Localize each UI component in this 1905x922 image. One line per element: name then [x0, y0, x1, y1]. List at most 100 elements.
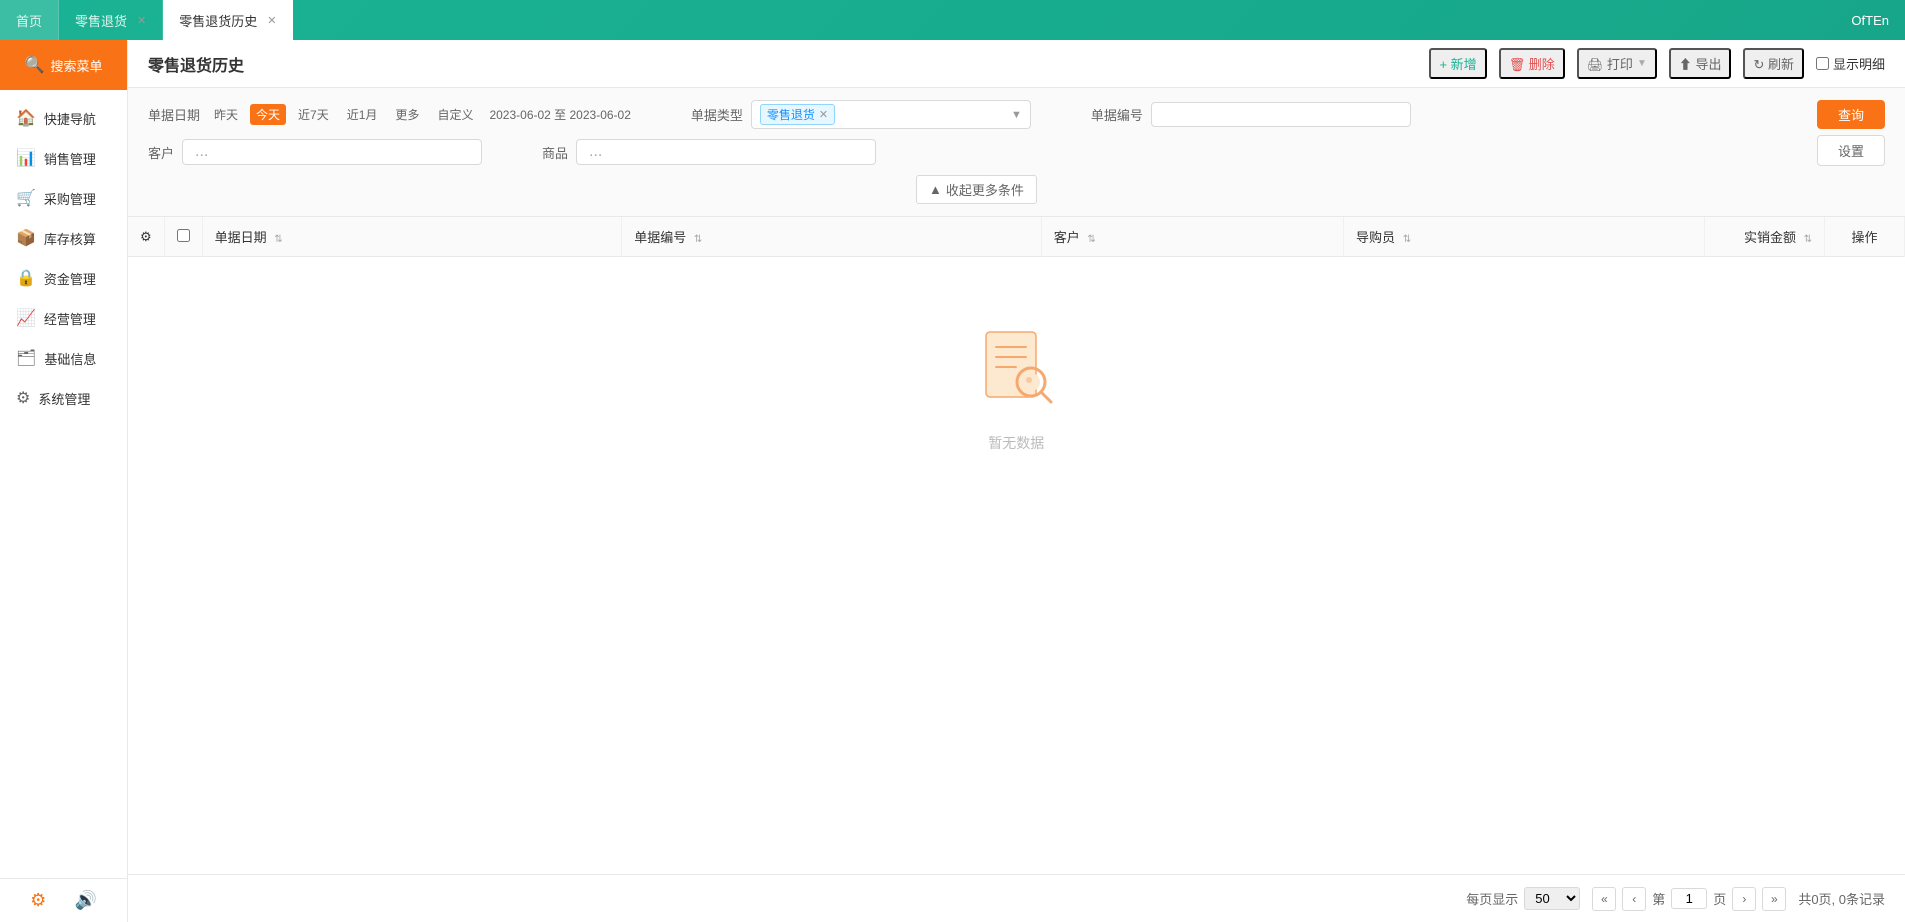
collapse-row: ▲ 收起更多条件	[148, 175, 1805, 204]
page-unit: 页	[1713, 889, 1726, 908]
filter-goods: 商品 ...	[542, 139, 876, 165]
filter-wrapper: 单据日期 昨天 今天 近7天 近1月 更多 自定义 2023-06-02 至 2…	[148, 100, 1885, 204]
per-page-select[interactable]: 10 20 50 100	[1524, 887, 1580, 910]
print-button[interactable]: 🖨 打印 ▼	[1577, 48, 1657, 79]
col-number[interactable]: 单据编号 ⇅	[622, 217, 1042, 257]
display-detail-checkbox[interactable]	[1816, 57, 1829, 70]
page-nav: « ‹ 第 页 › »	[1592, 887, 1786, 911]
table-body: 暂无数据	[128, 257, 1905, 514]
sidebar-item-inventory[interactable]: 📦 库存核算	[0, 218, 127, 258]
voucher-number-input[interactable]	[1151, 102, 1411, 127]
total-info: 共0页, 0条记录	[1798, 889, 1885, 908]
display-detail-label: 显示明细	[1833, 54, 1885, 73]
customer-select[interactable]: ...	[182, 139, 482, 165]
tab-retail-return-close[interactable]: ✕	[137, 14, 146, 27]
system-icon: ⚙	[16, 388, 30, 408]
voucher-type-label: 单据类型	[691, 105, 743, 124]
empty-state: 暂无数据	[128, 257, 1905, 513]
sidebar-item-inventory-label: 库存核算	[44, 229, 96, 248]
date-option-today[interactable]: 今天	[250, 104, 286, 125]
page-number-input[interactable]	[1671, 888, 1707, 909]
col-action: 操作	[1825, 217, 1905, 257]
goods-placeholder: ...	[589, 143, 602, 161]
sidebar-item-ops-mgmt[interactable]: 📈 经营管理	[0, 298, 127, 338]
col-guide-sort-icon: ⇅	[1403, 234, 1411, 245]
audio-icon[interactable]: 🔊	[74, 890, 96, 911]
delete-button[interactable]: 🗑 删除	[1499, 48, 1565, 79]
action-buttons: 查询 设置	[1817, 100, 1885, 166]
sidebar-item-system-mgmt[interactable]: ⚙ 系统管理	[0, 378, 127, 418]
ops-icon: 📈	[16, 308, 36, 328]
filter-settings-button[interactable]: 设置	[1817, 135, 1885, 166]
quick-nav-icon: 🏠	[16, 108, 36, 128]
sidebar-item-sales-mgmt[interactable]: 📊 销售管理	[0, 138, 127, 178]
print-dropdown-icon: ▼	[1637, 58, 1647, 69]
filter-voucher-number: 单据编号	[1091, 102, 1411, 127]
sidebar-item-purchase-mgmt[interactable]: 🛒 采购管理	[0, 178, 127, 218]
date-option-7days[interactable]: 近7天	[292, 104, 335, 125]
col-guide[interactable]: 导购员 ⇅	[1344, 217, 1705, 257]
voucher-type-tag-close[interactable]: ✕	[819, 108, 828, 121]
refresh-button[interactable]: ↻ 刷新	[1743, 48, 1804, 79]
empty-text: 暂无数据	[988, 433, 1044, 453]
date-option-yesterday[interactable]: 昨天	[208, 104, 244, 125]
date-option-1month[interactable]: 近1月	[341, 104, 384, 125]
query-button[interactable]: 查询	[1817, 100, 1885, 129]
col-date-sort-icon: ⇅	[274, 234, 282, 245]
refresh-button-label: ↻ 刷新	[1753, 54, 1794, 73]
page-last-button[interactable]: »	[1762, 887, 1786, 911]
top-bar: 首页 零售退货 ✕ 零售退货历史 ✕ OfTEn	[0, 0, 1905, 40]
collapse-button[interactable]: ▲ 收起更多条件	[916, 175, 1037, 204]
tab-home[interactable]: 首页	[0, 0, 59, 40]
customer-label: 客户	[148, 143, 174, 162]
sidebar-item-quick-nav[interactable]: 🏠 快捷导航	[0, 98, 127, 138]
new-button[interactable]: + 新增	[1429, 48, 1486, 79]
tab-retail-return-history-label: 零售退货历史	[179, 11, 257, 30]
voucher-type-select[interactable]: 零售退货 ✕ ▼	[751, 100, 1031, 129]
empty-row: 暂无数据	[128, 257, 1905, 514]
collapse-label: 收起更多条件	[946, 180, 1024, 199]
col-date-label: 单据日期	[215, 230, 267, 245]
col-guide-label: 导购员	[1356, 230, 1395, 245]
select-all-checkbox[interactable]	[177, 229, 190, 242]
col-customer[interactable]: 客户 ⇅	[1041, 217, 1343, 257]
col-action-label: 操作	[1851, 230, 1877, 245]
export-button[interactable]: ⬆ 导出	[1669, 48, 1732, 79]
inventory-icon: 📦	[16, 228, 36, 248]
purchase-icon: 🛒	[16, 188, 36, 208]
tab-retail-return[interactable]: 零售退货 ✕	[59, 0, 163, 40]
voucher-type-tag-text: 零售退货	[767, 106, 815, 123]
export-button-label: ⬆ 导出	[1679, 54, 1722, 73]
sidebar: 🔍 搜索菜单 🏠 快捷导航 📊 销售管理 🛒 采购管理 📦 库存核算 🔒	[0, 40, 128, 922]
new-button-label: + 新增	[1439, 54, 1476, 73]
sidebar-search[interactable]: 🔍 搜索菜单	[0, 40, 127, 90]
brand-label: OfTEn	[1851, 13, 1905, 28]
sidebar-item-basic-info[interactable]: 🗂 基础信息	[0, 338, 127, 378]
sidebar-bottom: ⚙ 🔊	[0, 878, 127, 922]
sidebar-item-basic-label: 基础信息	[44, 349, 96, 368]
col-customer-sort-icon: ⇅	[1087, 234, 1095, 245]
page-next-button[interactable]: ›	[1732, 887, 1756, 911]
page-first-button[interactable]: «	[1592, 887, 1616, 911]
date-option-custom[interactable]: 自定义	[431, 104, 479, 125]
col-date[interactable]: 单据日期 ⇅	[202, 217, 622, 257]
tab-retail-return-history-close[interactable]: ✕	[267, 14, 276, 27]
table-header-row: ⚙ 单据日期 ⇅ 单据编号 ⇅ 客户	[128, 217, 1905, 257]
tab-retail-return-history[interactable]: 零售退货历史 ✕	[163, 0, 293, 40]
sidebar-item-finance[interactable]: 🔒 资金管理	[0, 258, 127, 298]
table-area: ⚙ 单据日期 ⇅ 单据编号 ⇅ 客户	[128, 217, 1905, 874]
col-settings[interactable]: ⚙	[128, 217, 164, 257]
pagination-bar: 每页显示 10 20 50 100 « ‹ 第 页 › » 共0页, 0条记录	[128, 874, 1905, 922]
voucher-type-tag: 零售退货 ✕	[760, 104, 835, 125]
display-detail: 显示明细	[1816, 54, 1885, 73]
col-amount[interactable]: 实销金额 ⇅	[1705, 217, 1825, 257]
settings-bottom-icon[interactable]: ⚙	[30, 890, 46, 911]
content-area: 零售退货历史 + 新增 🗑 删除 🖨 打印 ▼ ⬆ 导出 ↻ 刷新	[128, 40, 1905, 922]
toolbar: + 新增 🗑 删除 🖨 打印 ▼ ⬆ 导出 ↻ 刷新 显示明细	[1429, 48, 1885, 79]
sidebar-item-quick-nav-label: 快捷导航	[44, 109, 96, 128]
goods-select[interactable]: ...	[576, 139, 876, 165]
date-option-more[interactable]: 更多	[389, 104, 425, 125]
page-prev-button[interactable]: ‹	[1622, 887, 1646, 911]
customer-placeholder: ...	[195, 143, 208, 161]
filter-date: 单据日期 昨天 今天 近7天 近1月 更多 自定义 2023-06-02 至 2…	[148, 104, 631, 125]
